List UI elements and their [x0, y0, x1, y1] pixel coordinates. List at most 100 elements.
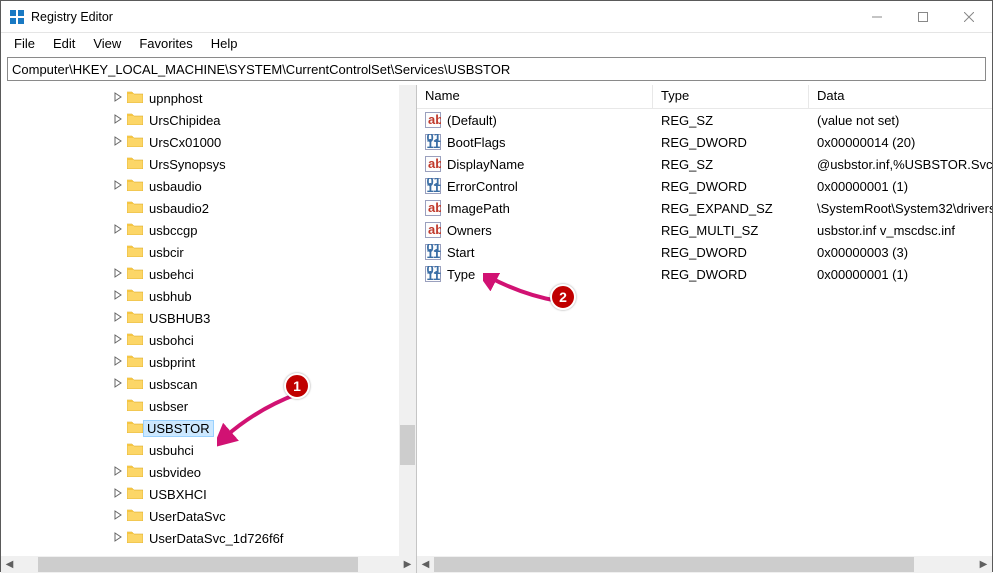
tree-item-label: USBXHCI: [147, 487, 209, 502]
minimize-button[interactable]: [854, 1, 900, 32]
value-row-displayname[interactable]: DisplayNameREG_SZ@usbstor.inf,%USBSTOR.S…: [417, 153, 992, 175]
tree-item-urssynopsys[interactable]: UrsSynopsys: [1, 153, 416, 175]
expander-icon[interactable]: [111, 532, 125, 545]
tree-item-upnphost[interactable]: upnphost: [1, 87, 416, 109]
tree-item-usbhub[interactable]: usbhub: [1, 285, 416, 307]
tree-item-usbohci[interactable]: usbohci: [1, 329, 416, 351]
folder-icon: [125, 112, 147, 128]
value-type: REG_DWORD: [653, 179, 809, 194]
tree-item-usbhub3[interactable]: USBHUB3: [1, 307, 416, 329]
expander-icon[interactable]: [111, 136, 125, 149]
tree-item-userdatasvc[interactable]: UserDataSvc: [1, 505, 416, 527]
tree-item-userdatasvc_1d726f6f[interactable]: UserDataSvc_1d726f6f: [1, 527, 416, 549]
value-name: BootFlags: [447, 135, 506, 150]
scroll-right-button[interactable]: ▶: [975, 556, 992, 573]
value-name: ImagePath: [447, 201, 510, 216]
menu-file[interactable]: File: [5, 34, 44, 54]
tree-item-usbscan[interactable]: usbscan: [1, 373, 416, 395]
folder-icon: [125, 156, 147, 172]
value-data: 0x00000001 (1): [809, 267, 992, 282]
expander-icon[interactable]: [111, 92, 125, 105]
tree-item-label: usbcir: [147, 245, 186, 260]
value-row-default[interactable]: (Default)REG_SZ(value not set): [417, 109, 992, 131]
value-type: REG_SZ: [653, 113, 809, 128]
folder-icon: [125, 90, 147, 106]
expander-icon[interactable]: [111, 290, 125, 303]
tree-item-label: usbohci: [147, 333, 196, 348]
address-text: Computer\HKEY_LOCAL_MACHINE\SYSTEM\Curre…: [12, 62, 510, 77]
value-data: 0x00000003 (3): [809, 245, 992, 260]
tree-item-usbstor[interactable]: USBSTOR: [1, 417, 416, 439]
column-data[interactable]: Data: [809, 85, 992, 108]
value-type: REG_DWORD: [653, 135, 809, 150]
tree-item-label: UserDataSvc_1d726f6f: [147, 531, 285, 546]
folder-icon: [125, 200, 147, 216]
tree-item-usbaudio[interactable]: usbaudio: [1, 175, 416, 197]
value-name: (Default): [447, 113, 497, 128]
column-type[interactable]: Type: [653, 85, 809, 108]
value-data: \SystemRoot\System32\drivers\USBSTOR.SYS: [809, 201, 992, 216]
menu-view[interactable]: View: [84, 34, 130, 54]
scroll-right-button[interactable]: ▶: [399, 556, 416, 573]
tree-item-usbaudio2[interactable]: usbaudio2: [1, 197, 416, 219]
value-row-bootflags[interactable]: BootFlags REG_DWORD0x00000014 (20): [417, 131, 992, 153]
tree-item-urscx01000[interactable]: UrsCx01000: [1, 131, 416, 153]
menu-help[interactable]: Help: [202, 34, 247, 54]
value-name: DisplayName: [447, 157, 524, 172]
value-data: 0x00000014 (20): [809, 135, 992, 150]
expander-icon[interactable]: [111, 180, 125, 193]
tree-item-usbccgp[interactable]: usbccgp: [1, 219, 416, 241]
tree-item-usbcir[interactable]: usbcir: [1, 241, 416, 263]
expander-icon[interactable]: [111, 224, 125, 237]
address-bar[interactable]: Computer\HKEY_LOCAL_MACHINE\SYSTEM\Curre…: [7, 57, 986, 81]
folder-icon: [125, 442, 147, 458]
tree-item-label: usbprint: [147, 355, 197, 370]
value-row-errorcontrol[interactable]: ErrorControlREG_DWORD0x00000001 (1): [417, 175, 992, 197]
folder-icon: [125, 354, 147, 370]
expander-icon[interactable]: [111, 356, 125, 369]
value-row-imagepath[interactable]: ImagePathREG_EXPAND_SZ\SystemRoot\System…: [417, 197, 992, 219]
scroll-left-button[interactable]: ◀: [417, 556, 434, 573]
expander-icon[interactable]: [111, 378, 125, 391]
tree-item-usbehci[interactable]: usbehci: [1, 263, 416, 285]
expander-icon[interactable]: [111, 114, 125, 127]
tree-item-label: UrsSynopsys: [147, 157, 228, 172]
tree-item-usbvideo[interactable]: usbvideo: [1, 461, 416, 483]
expander-icon[interactable]: [111, 312, 125, 325]
tree-item-label: UrsChipidea: [147, 113, 223, 128]
tree-item-urschipidea[interactable]: UrsChipidea: [1, 109, 416, 131]
menubar: File Edit View Favorites Help: [1, 33, 992, 55]
close-button[interactable]: [946, 1, 992, 32]
titlebar[interactable]: Registry Editor: [1, 1, 992, 33]
reg-string-icon: [425, 112, 441, 128]
maximize-button[interactable]: [900, 1, 946, 32]
expander-icon[interactable]: [111, 510, 125, 523]
tree-item-usbuhci[interactable]: usbuhci: [1, 439, 416, 461]
value-row-start[interactable]: StartREG_DWORD0x00000003 (3): [417, 241, 992, 263]
reg-binary-icon: [425, 266, 441, 282]
expander-icon[interactable]: [111, 488, 125, 501]
list-horizontal-scrollbar[interactable]: ◀ ▶: [417, 556, 992, 573]
value-name: ErrorControl: [447, 179, 518, 194]
expander-icon[interactable]: [111, 268, 125, 281]
expander-icon[interactable]: [111, 466, 125, 479]
reg-binary-icon: [425, 178, 441, 194]
tree-vertical-scrollbar[interactable]: [399, 85, 416, 556]
tree-item-usbprint[interactable]: usbprint: [1, 351, 416, 373]
reg-string-icon: [425, 156, 441, 172]
value-row-type[interactable]: TypeREG_DWORD0x00000001 (1): [417, 263, 992, 285]
menu-edit[interactable]: Edit: [44, 34, 84, 54]
reg-binary-icon: [425, 134, 441, 150]
value-data: usbstor.inf v_mscdsc.inf: [809, 223, 992, 238]
column-name[interactable]: Name: [417, 85, 653, 108]
tree-item-usbxhci[interactable]: USBXHCI: [1, 483, 416, 505]
tree-item-usbser[interactable]: usbser: [1, 395, 416, 417]
menu-favorites[interactable]: Favorites: [130, 34, 201, 54]
scroll-left-button[interactable]: ◀: [1, 556, 18, 573]
tree-item-label: usbuhci: [147, 443, 196, 458]
folder-icon: [125, 376, 147, 392]
tree-horizontal-scrollbar[interactable]: ◀ ▶: [1, 556, 416, 573]
expander-icon[interactable]: [111, 334, 125, 347]
reg-string-icon: [425, 200, 441, 216]
value-row-owners[interactable]: OwnersREG_MULTI_SZusbstor.inf v_mscdsc.i…: [417, 219, 992, 241]
